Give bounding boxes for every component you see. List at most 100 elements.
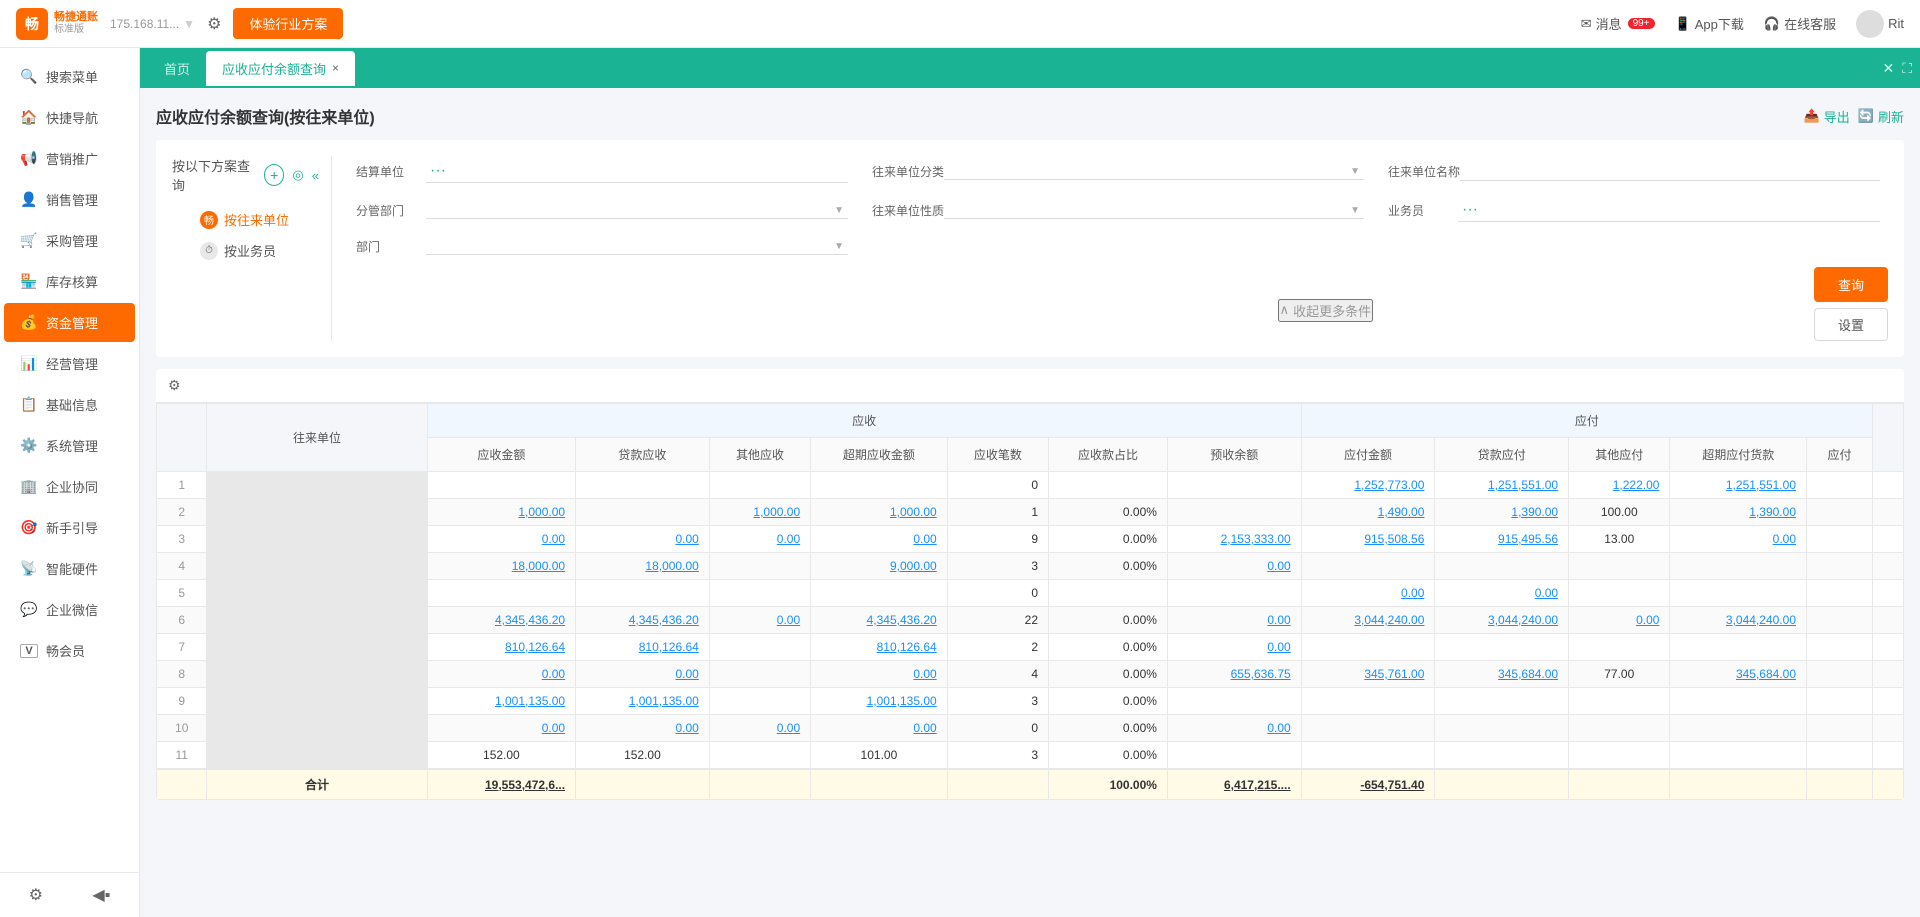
tab-home[interactable]: 首页 <box>148 51 206 86</box>
unit-nature-select[interactable]: ▼ <box>944 203 1364 219</box>
sidebar-item-operations[interactable]: 📊 经营管理 <box>4 344 135 383</box>
table-cell[interactable]: 9,000.00 <box>811 553 948 580</box>
table-cell[interactable]: 0.00 <box>576 661 710 688</box>
table-cell[interactable]: 915,508.56 <box>1301 526 1435 553</box>
table-cell[interactable]: 0.00 <box>576 715 710 742</box>
table-cell[interactable]: 345,684.00 <box>1435 661 1569 688</box>
table-cell[interactable]: 1,000.00 <box>427 499 575 526</box>
messages-btn[interactable]: ✉ 消息 99+ <box>1581 14 1655 33</box>
table-cell[interactable]: 1,390.00 <box>1435 499 1569 526</box>
table-cell[interactable]: 915,495.56 <box>1435 526 1569 553</box>
table-settings-icon[interactable]: ⚙ <box>168 377 181 394</box>
table-scroll-container[interactable]: 往来单位 应收 应付 应收金额 贷款应收 其他应收 超期应收金额 应收笔数 <box>156 403 1904 800</box>
sidebar-item-enterprise[interactable]: 🏢 企业协同 <box>4 467 135 506</box>
table-cell[interactable]: 0.00 <box>1167 553 1301 580</box>
tab-ar-ap[interactable]: 应收应付余额查询 × <box>206 51 355 86</box>
table-cell[interactable]: 0.00 <box>427 715 575 742</box>
sidebar-item-basic-info[interactable]: 📋 基础信息 <box>4 385 135 424</box>
tab-close-icon[interactable]: × <box>332 61 339 75</box>
table-cell[interactable]: 1,252,773.00 <box>1301 472 1435 499</box>
table-cell[interactable]: 1,001,135.00 <box>576 688 710 715</box>
table-cell[interactable]: 345,684.00 <box>1670 661 1807 688</box>
table-cell[interactable]: 1,390.00 <box>1670 499 1807 526</box>
collapse-btn[interactable]: ∧ 收起更多条件 <box>1278 299 1374 322</box>
salesman-input[interactable]: ··· <box>1458 199 1880 222</box>
settlement-unit-input[interactable]: ··· <box>426 160 848 183</box>
sidebar-item-inventory[interactable]: 🏪 库存核算 <box>4 262 135 301</box>
query-mode-by-unit[interactable]: 畅 按往来单位 <box>192 206 319 233</box>
table-cell[interactable]: 1,001,135.00 <box>811 688 948 715</box>
query-add-btn[interactable]: + <box>264 164 284 186</box>
table-cell[interactable]: 18,000.00 <box>576 553 710 580</box>
table-cell[interactable]: 3,044,240.00 <box>1435 607 1569 634</box>
table-cell[interactable]: 0.00 <box>427 661 575 688</box>
dept-manage-select[interactable]: ▼ <box>426 203 848 219</box>
sidebar-item-quick-nav[interactable]: 🏠 快捷导航 <box>4 98 135 137</box>
table-cell[interactable]: 0.00 <box>1670 526 1807 553</box>
unit-category-select[interactable]: ▼ <box>944 164 1364 180</box>
sidebar-item-system[interactable]: ⚙️ 系统管理 <box>4 426 135 465</box>
sidebar-item-finance[interactable]: 💰 资金管理 <box>4 303 135 342</box>
table-cell[interactable]: 345,761.00 <box>1301 661 1435 688</box>
table-cell[interactable]: 3,044,240.00 <box>1670 607 1807 634</box>
sidebar-item-member[interactable]: V 畅会员 <box>4 631 135 670</box>
table-cell[interactable]: 3,044,240.00 <box>1301 607 1435 634</box>
table-cell[interactable]: 1,222.00 <box>1569 472 1670 499</box>
user-info[interactable]: Rit <box>1856 10 1904 38</box>
table-cell[interactable]: 0.00 <box>709 526 810 553</box>
solution-btn[interactable]: 体验行业方案 <box>233 8 343 39</box>
app-download-btn[interactable]: 📱 App下载 <box>1675 14 1744 33</box>
table-cell[interactable]: 0.00 <box>1167 715 1301 742</box>
export-btn[interactable]: 📤 导出 <box>1804 107 1850 126</box>
sidebar-item-guide[interactable]: 🎯 新手引导 <box>4 508 135 547</box>
sidebar-item-wechat[interactable]: 💬 企业微信 <box>4 590 135 629</box>
settings-btn[interactable]: 设置 <box>1814 308 1888 341</box>
sidebar-item-sales[interactable]: 👤 销售管理 <box>4 180 135 219</box>
table-cell[interactable]: 0.00 <box>811 661 948 688</box>
sidebar-collapse-icon[interactable]: ◀▪ <box>92 885 110 905</box>
tab-close-window-icon[interactable]: ✕ <box>1882 60 1894 77</box>
refresh-btn[interactable]: 🔄 刷新 <box>1858 107 1904 126</box>
table-cell[interactable]: 1,000.00 <box>709 499 810 526</box>
query-collapse-icon[interactable]: « <box>312 168 319 183</box>
table-cell[interactable]: 1,490.00 <box>1301 499 1435 526</box>
tab-expand-icon[interactable]: ⛶ <box>1902 60 1912 77</box>
unit-name-input[interactable] <box>1460 162 1880 181</box>
footer-ap-amount[interactable]: -654,751.40 <box>1301 769 1435 800</box>
table-cell[interactable]: 0.00 <box>709 715 810 742</box>
table-cell[interactable]: 0.00 <box>811 526 948 553</box>
table-cell[interactable]: 0.00 <box>1569 607 1670 634</box>
table-cell[interactable]: 810,126.64 <box>811 634 948 661</box>
table-cell[interactable]: 1,251,551.00 <box>1435 472 1569 499</box>
table-cell[interactable]: 810,126.64 <box>576 634 710 661</box>
table-cell[interactable]: 810,126.64 <box>427 634 575 661</box>
dept-select[interactable]: ▼ <box>426 239 848 255</box>
footer-prepaid[interactable]: 6,417,215.... <box>1167 769 1301 800</box>
sidebar-settings-icon[interactable]: ⚙ <box>29 885 43 905</box>
table-cell[interactable]: 0.00 <box>709 607 810 634</box>
table-cell[interactable]: 0.00 <box>1301 580 1435 607</box>
table-cell[interactable]: 0.00 <box>1167 634 1301 661</box>
nav-settings-icon[interactable]: ⚙ <box>207 14 221 34</box>
footer-ar-amount[interactable]: 19,553,472,6... <box>427 769 575 800</box>
table-cell[interactable]: 2,153,333.00 <box>1167 526 1301 553</box>
table-cell[interactable]: 18,000.00 <box>427 553 575 580</box>
online-service-btn[interactable]: 🎧 在线客服 <box>1764 14 1836 33</box>
table-cell[interactable]: 4,345,436.20 <box>576 607 710 634</box>
table-cell[interactable]: 0.00 <box>1435 580 1569 607</box>
table-cell[interactable]: 655,636.75 <box>1167 661 1301 688</box>
query-mode-by-staff[interactable]: ⏱ 按业务员 <box>192 237 319 264</box>
query-schema-icon[interactable]: ◎ <box>292 167 303 183</box>
table-cell[interactable]: 1,251,551.00 <box>1670 472 1807 499</box>
table-cell[interactable]: 0.00 <box>1167 607 1301 634</box>
table-cell[interactable]: 1,000.00 <box>811 499 948 526</box>
table-cell[interactable]: 0.00 <box>576 526 710 553</box>
table-cell[interactable]: 0.00 <box>427 526 575 553</box>
sidebar-item-purchase[interactable]: 🛒 采购管理 <box>4 221 135 260</box>
sidebar-item-search-menu[interactable]: 🔍 搜索菜单 <box>4 57 135 96</box>
table-cell[interactable]: 0.00 <box>811 715 948 742</box>
table-cell[interactable]: 4,345,436.20 <box>811 607 948 634</box>
table-cell[interactable]: 4,345,436.20 <box>427 607 575 634</box>
sidebar-item-marketing[interactable]: 📢 营销推广 <box>4 139 135 178</box>
sidebar-item-smart-hw[interactable]: 📡 智能硬件 <box>4 549 135 588</box>
